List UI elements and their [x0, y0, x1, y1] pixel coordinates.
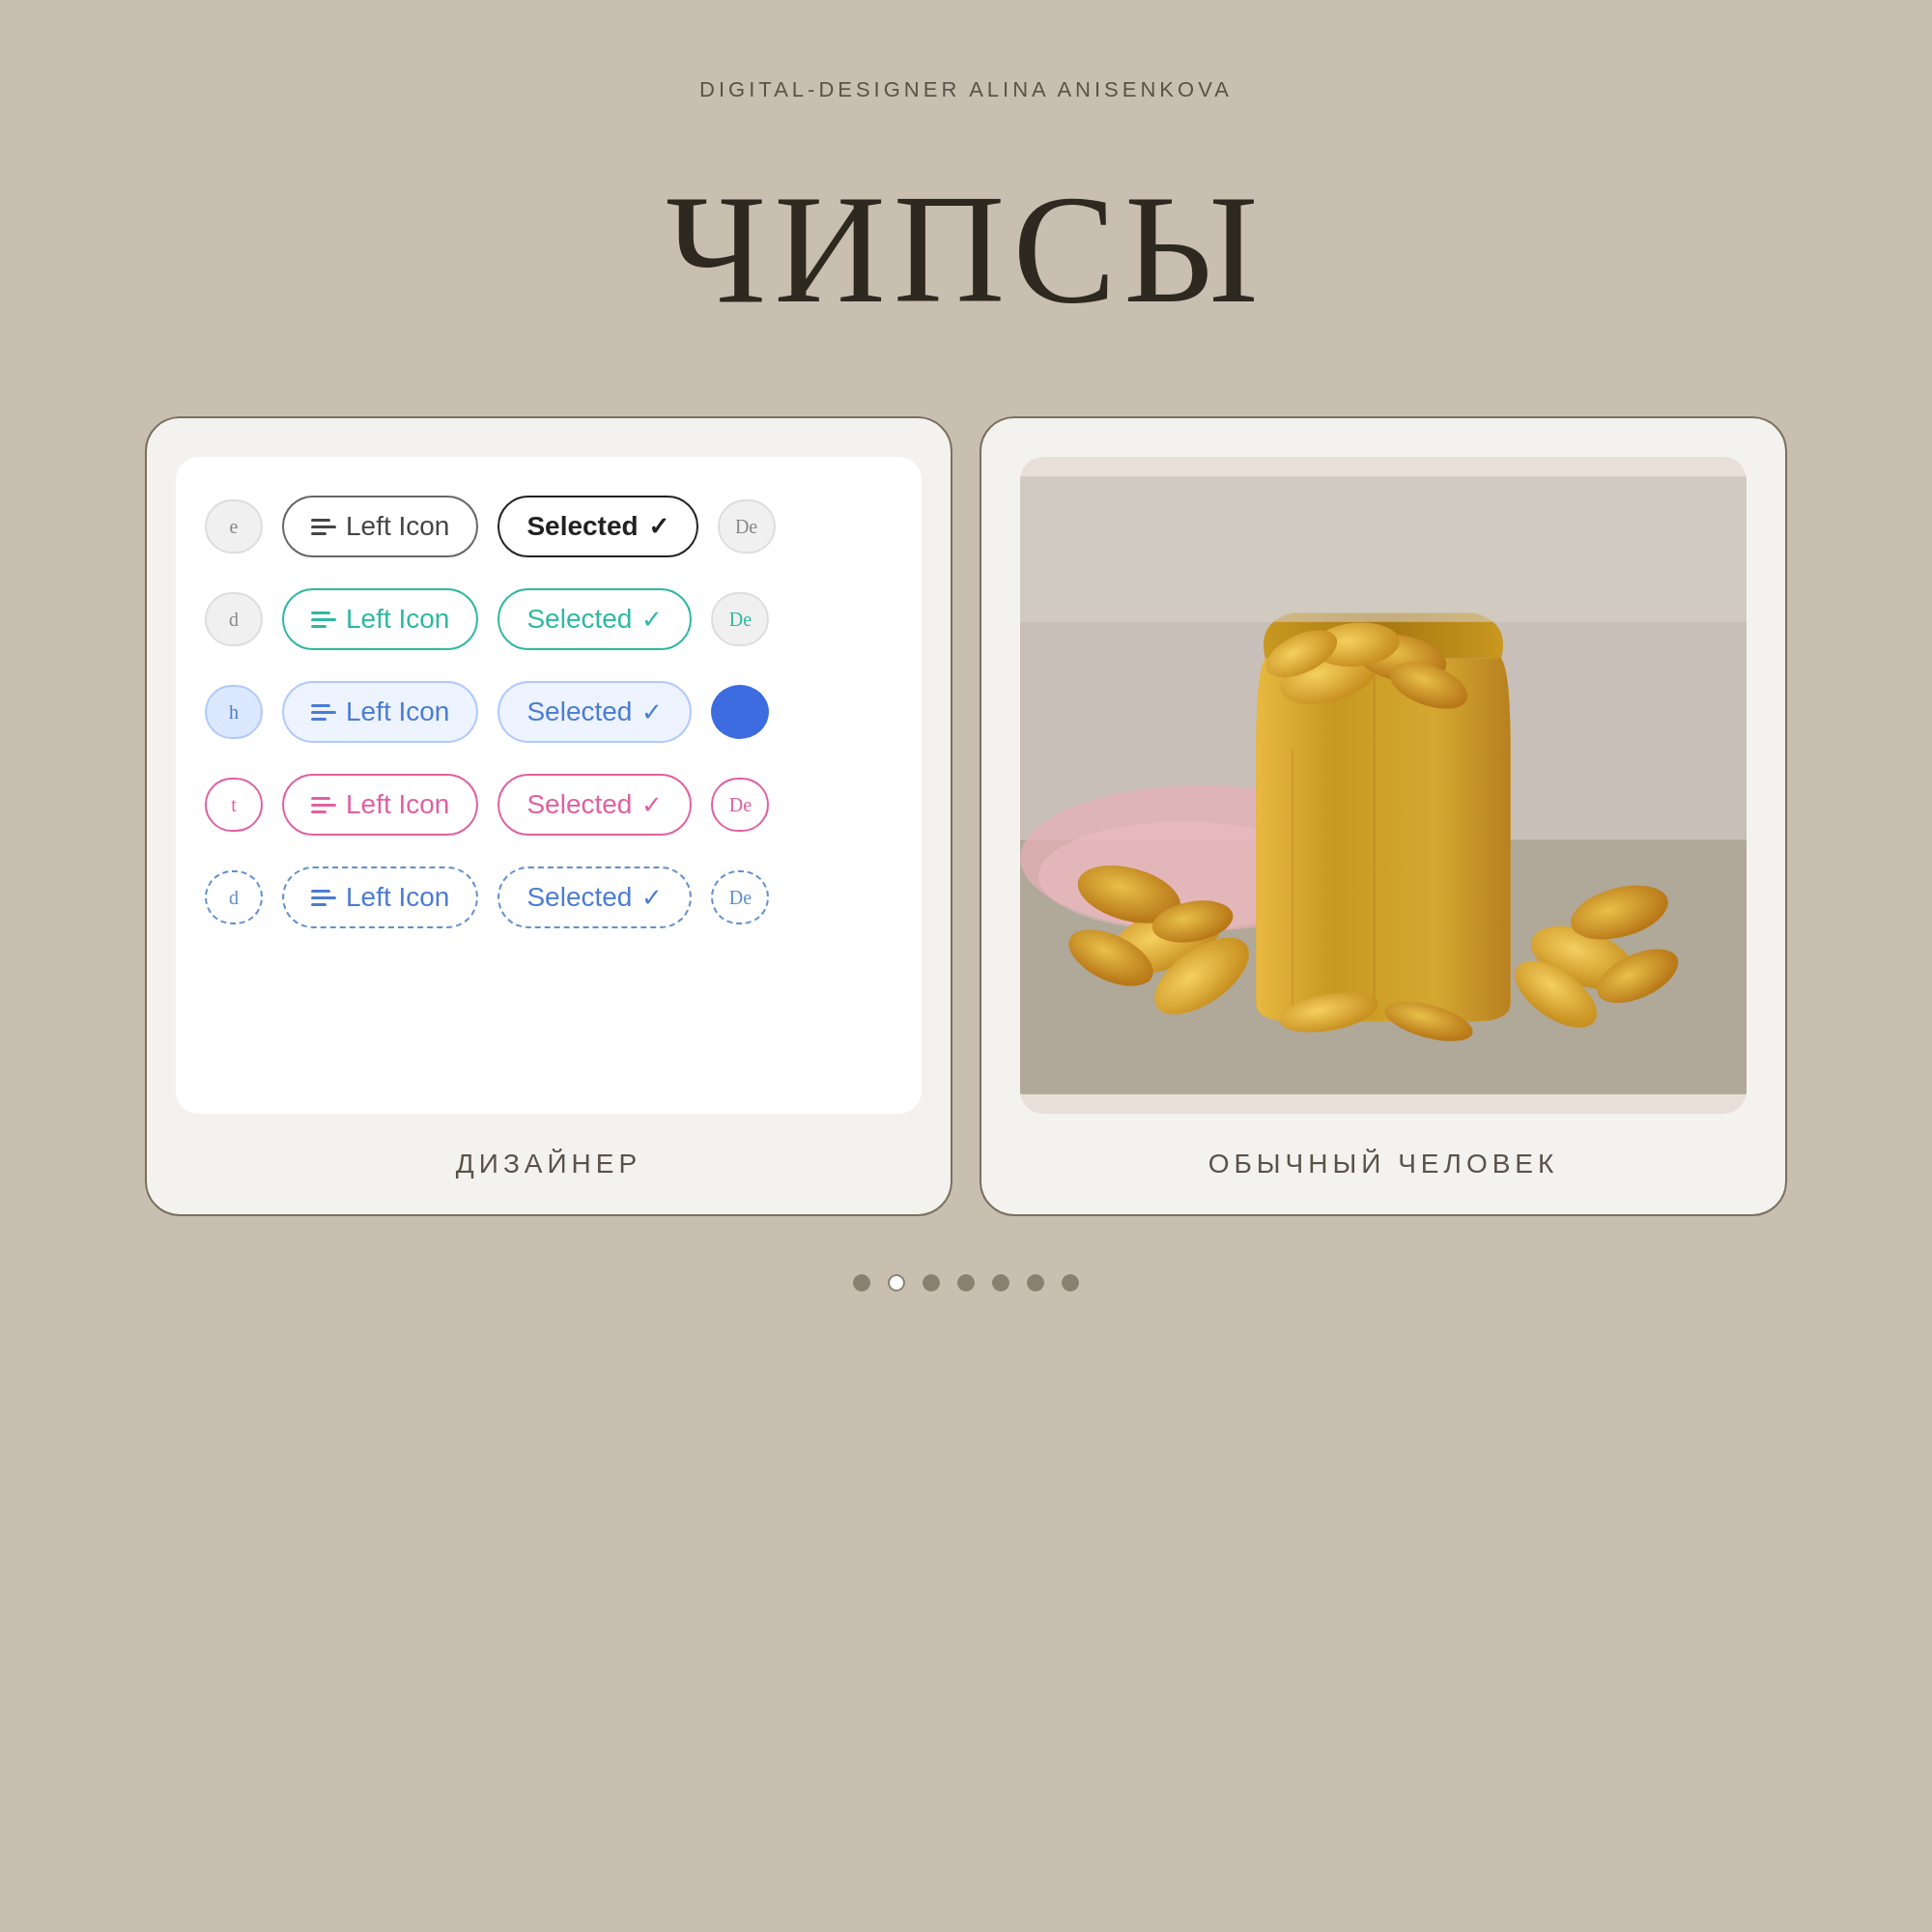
chip-partial-left-1: e — [205, 499, 263, 554]
check-icon-1: ✓ — [648, 514, 669, 539]
dot-1[interactable] — [853, 1274, 870, 1292]
chip-selected-3[interactable]: Selected ✓ — [497, 681, 692, 743]
chip-partial-right-1: De — [718, 499, 776, 554]
filter-icon-4 — [311, 797, 336, 813]
right-card: ОБЫЧНЫЙ ЧЕЛОВЕК — [980, 416, 1787, 1216]
chip-row-3: h Left Icon Selected ✓ — [205, 681, 893, 743]
dot-3[interactable] — [923, 1274, 940, 1292]
dot-4[interactable] — [957, 1274, 975, 1292]
filter-icon-5 — [311, 890, 336, 906]
chip-partial-left-4: t — [205, 778, 263, 832]
dot-7[interactable] — [1062, 1274, 1079, 1292]
left-card: e Left Icon Selected ✓ — [145, 416, 952, 1216]
dot-6[interactable] — [1027, 1274, 1044, 1292]
pagination — [853, 1274, 1079, 1292]
chip-partial-right-3 — [711, 685, 769, 739]
filter-icon-2 — [311, 611, 336, 628]
chip-row-4: t Left Icon Selected ✓ — [205, 774, 893, 836]
dot-5[interactable] — [992, 1274, 1009, 1292]
check-icon-5: ✓ — [641, 885, 663, 910]
chip-partial-right-2: De — [711, 592, 769, 646]
chip-selected-1[interactable]: Selected ✓ — [497, 496, 697, 557]
check-icon-3: ✓ — [641, 699, 663, 724]
chip-left-icon-3[interactable]: Left Icon — [282, 681, 478, 743]
chip-partial-left-3: h — [205, 685, 263, 739]
chip-selected-2[interactable]: Selected ✓ — [497, 588, 692, 650]
chip-partial-left-2: d — [205, 592, 263, 646]
right-card-label: ОБЫЧНЫЙ ЧЕЛОВЕК — [981, 1114, 1785, 1214]
chips-photo-svg — [1020, 457, 1747, 1114]
chip-partial-right-4: De — [711, 778, 769, 832]
svg-rect-22 — [1020, 476, 1747, 621]
left-card-label: ДИЗАЙНЕР — [147, 1114, 951, 1214]
chip-row-2: d Left Icon Selected ✓ — [205, 588, 893, 650]
filter-icon-1 — [311, 519, 336, 535]
chip-ui-area: e Left Icon Selected ✓ — [176, 457, 922, 1114]
chip-row-5: d Left Icon Selected ✓ — [205, 867, 893, 928]
filter-icon-3 — [311, 704, 336, 721]
chip-partial-left-5: d — [205, 870, 263, 924]
chip-row-1: e Left Icon Selected ✓ — [205, 496, 893, 557]
chip-selected-4[interactable]: Selected ✓ — [497, 774, 692, 836]
chip-partial-right-5: De — [711, 870, 769, 924]
chip-left-icon-2[interactable]: Left Icon — [282, 588, 478, 650]
cards-container: e Left Icon Selected ✓ — [145, 416, 1787, 1216]
check-icon-4: ✓ — [641, 792, 663, 817]
chip-left-icon-1[interactable]: Left Icon — [282, 496, 478, 557]
check-icon-2: ✓ — [641, 607, 663, 632]
designer-credit: DIGITAL-DESIGNER ALINA ANISENKOVA — [699, 77, 1233, 102]
chip-left-icon-4[interactable]: Left Icon — [282, 774, 478, 836]
chip-selected-5[interactable]: Selected ✓ — [497, 867, 692, 928]
chip-left-icon-5[interactable]: Left Icon — [282, 867, 478, 928]
main-title: ЧИПСЫ — [666, 160, 1265, 339]
chips-image-area — [1020, 457, 1747, 1114]
dot-2[interactable] — [888, 1274, 905, 1292]
